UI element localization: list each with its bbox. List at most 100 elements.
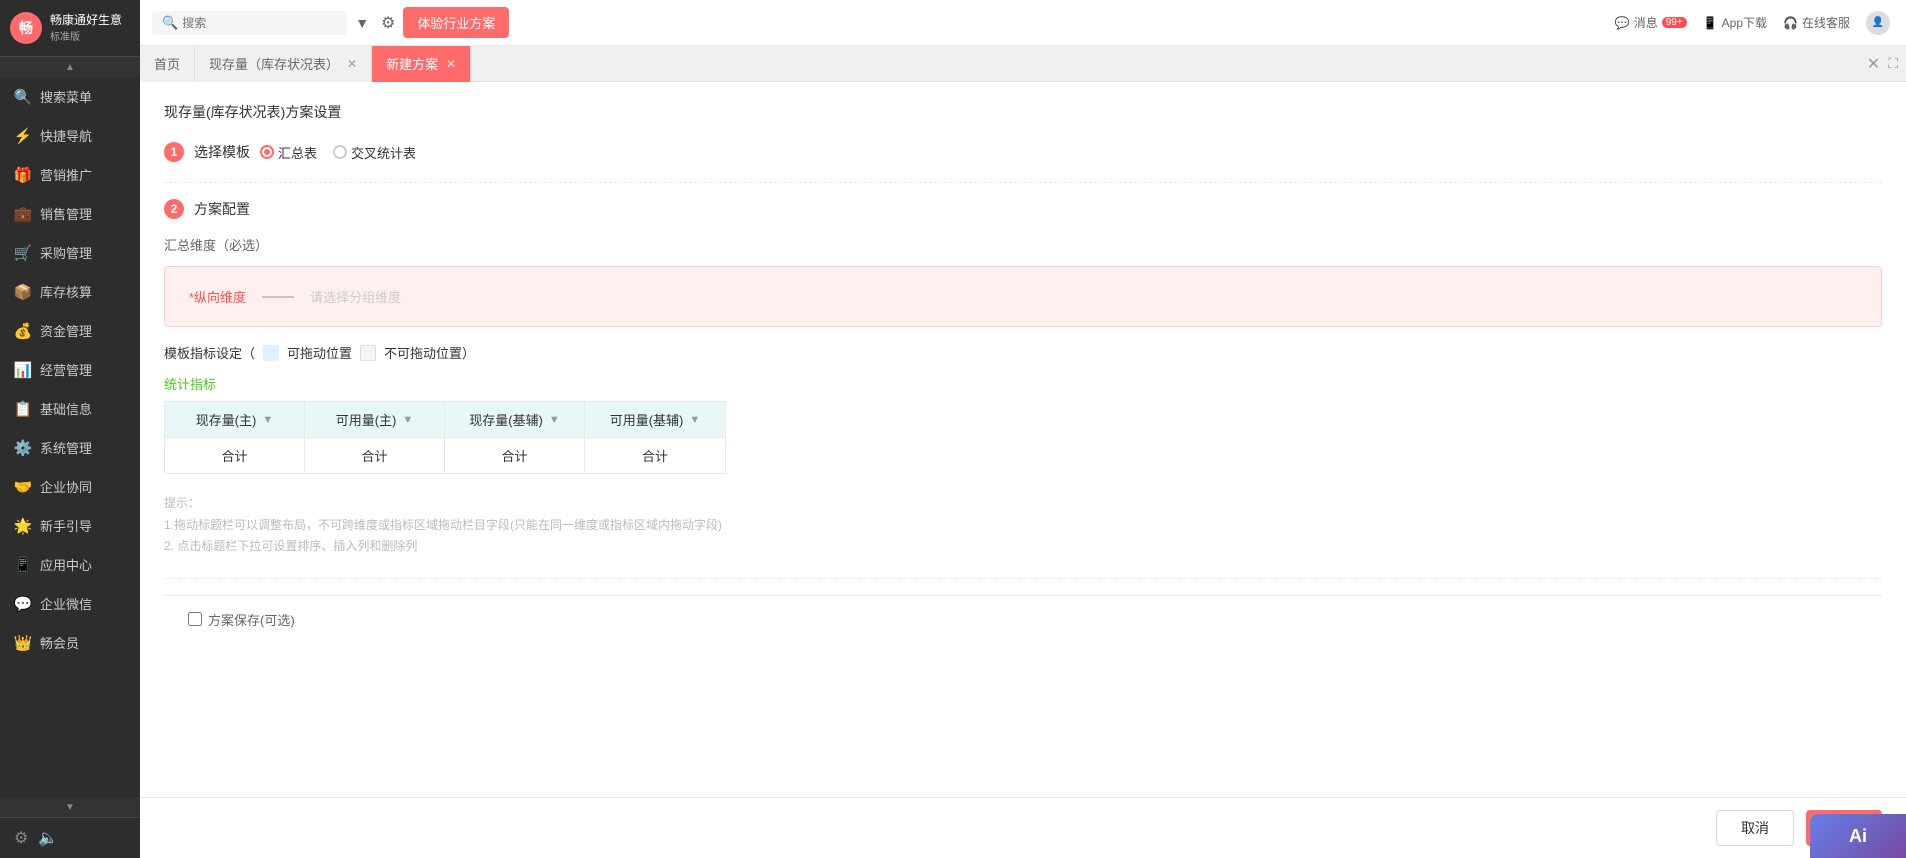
sidebar-item-bizcoop[interactable]: 🤝 企业协同 <box>0 467 140 506</box>
messages-label: 消息 <box>1634 14 1658 31</box>
action-bar: 取消 查询 <box>140 797 1906 858</box>
content-inner: 现存量(库存状况表)方案设置 1 选择模板 汇总表 交叉统计表 <box>140 82 1906 797</box>
search-menu-icon: 🔍 <box>14 88 32 106</box>
service-label: 在线客服 <box>1802 14 1850 31</box>
sysmanage-icon: ⚙️ <box>14 439 32 457</box>
col-name-0: 现存量(主) <box>196 410 257 429</box>
sidebar-item-purchase[interactable]: 🛒 采购管理 <box>0 233 140 272</box>
quicknav-icon: ⚡ <box>14 127 32 145</box>
col-arrow-1[interactable]: ▼ <box>402 414 413 426</box>
cell-0-1: 合计 <box>305 438 445 473</box>
search-box[interactable]: 🔍 <box>152 11 347 35</box>
sidebar-item-search[interactable]: 🔍 搜索菜单 <box>0 77 140 116</box>
tab-new-plan[interactable]: 新建方案 ✕ <box>372 46 471 82</box>
stats-table: 现存量(主) ▼ 可用量(主) ▼ 现存量(基辅) ▼ <box>164 401 726 474</box>
sidebar-item-quicknav[interactable]: ⚡ 快捷导航 <box>0 116 140 155</box>
page-title: 现存量(库存状况表)方案设置 <box>164 102 1882 122</box>
sidebar-item-sysmanage[interactable]: ⚙️ 系统管理 <box>0 428 140 467</box>
sidebar-item-finance[interactable]: 💰 资金管理 <box>0 311 140 350</box>
industry-plan-button[interactable]: 体验行业方案 <box>403 7 509 38</box>
cancel-button[interactable]: 取消 <box>1716 810 1794 846</box>
tip-1: 2. 点击标题栏下拉可设置排序、插入列和删除列 <box>164 536 1882 558</box>
search-icon: 🔍 <box>162 15 178 31</box>
tip-label: 提示： <box>164 493 1882 515</box>
section2-header: 2 方案配置 <box>164 199 1882 219</box>
tips-section: 提示： 1.拖动标题栏可以调整布局，不可跨维度或指标区域拖动栏目字段(只能在同一… <box>164 493 1882 558</box>
sidebar-item-newguide-label: 新手引导 <box>40 516 92 535</box>
tab-inventory-close[interactable]: ✕ <box>347 57 357 71</box>
save-label: 方案保存(可选) <box>208 610 295 629</box>
dimension-row: *纵向维度 —— 请选择分组维度 <box>189 287 1857 306</box>
sidebar-item-sales[interactable]: 💼 销售管理 <box>0 194 140 233</box>
divider2 <box>164 578 1882 579</box>
indicator-settings-text: 模板指标设定（ <box>164 343 255 362</box>
sidebar-item-marketing-label: 营销推广 <box>40 165 92 184</box>
save-option[interactable]: 方案保存(可选) <box>188 610 1858 629</box>
window-close-icon[interactable]: ✕ <box>1867 54 1880 74</box>
radio-cross[interactable]: 交叉统计表 <box>333 143 416 162</box>
save-checkbox[interactable] <box>188 612 202 626</box>
cell-0-3: 合计 <box>585 438 725 473</box>
online-service-button[interactable]: 🎧 在线客服 <box>1783 14 1850 31</box>
sidebar-item-newguide[interactable]: 🌟 新手引导 <box>0 506 140 545</box>
sidebar-item-bizcoop-label: 企业协同 <box>40 477 92 496</box>
settings-icon[interactable]: ⚙ <box>14 828 28 848</box>
appcenter-icon: 📱 <box>14 556 32 574</box>
message-icon: 💬 <box>1615 16 1630 30</box>
sidebar-item-marketing[interactable]: 🎁 营销推广 <box>0 155 140 194</box>
app-download-button[interactable]: 📱 App下载 <box>1703 14 1767 31</box>
messages-button[interactable]: 💬 消息 99+ <box>1615 14 1687 31</box>
sidebar-item-bizwechat[interactable]: 💬 企业微信 <box>0 584 140 623</box>
tab-inventory[interactable]: 现存量（库存状况表） ✕ <box>195 46 372 82</box>
tab-new-plan-close[interactable]: ✕ <box>446 57 456 71</box>
stats-title: 统计指标 <box>164 374 1882 393</box>
gear-icon[interactable]: ⚙ <box>381 13 395 33</box>
radio-summary[interactable]: 汇总表 <box>260 143 317 162</box>
sidebar-item-appcenter-label: 应用中心 <box>40 555 92 574</box>
sidebar-item-search-label: 搜索菜单 <box>40 87 92 106</box>
user-menu[interactable]: 👤 <box>1866 11 1894 35</box>
col-arrow-3[interactable]: ▼ <box>689 414 700 426</box>
sidebar-item-appcenter[interactable]: 📱 应用中心 <box>0 545 140 584</box>
col-header-2[interactable]: 现存量(基辅) ▼ <box>445 402 585 437</box>
template-radio-group: 汇总表 交叉统计表 <box>260 143 416 162</box>
tab-home-label: 首页 <box>154 54 180 73</box>
app-download-label: App下载 <box>1722 14 1767 31</box>
cell-0-0: 合计 <box>165 438 305 473</box>
cell-0-2: 合计 <box>445 438 585 473</box>
dropdown-icon[interactable]: ▼ <box>355 15 369 31</box>
sidebar-scroll-up[interactable]: ▲ <box>0 57 140 77</box>
search-input[interactable] <box>182 16 337 30</box>
col-header-3[interactable]: 可用量(基辅) ▼ <box>585 402 725 437</box>
sidebar-scroll-down[interactable]: ▼ <box>0 797 140 817</box>
window-expand-icon[interactable]: ⛶ <box>1888 55 1898 72</box>
headset-icon: 🎧 <box>1783 16 1798 30</box>
sidebar-item-operations[interactable]: 📊 经营管理 <box>0 350 140 389</box>
ai-badge[interactable]: Ai <box>1810 814 1906 858</box>
marketing-icon: 🎁 <box>14 166 32 184</box>
section2-num: 2 <box>164 199 184 219</box>
col-arrow-0[interactable]: ▼ <box>262 414 273 426</box>
sidebar-item-basicinfo-label: 基础信息 <box>40 399 92 418</box>
col-header-0[interactable]: 现存量(主) ▼ <box>165 402 305 437</box>
tab-home[interactable]: 首页 <box>140 46 195 82</box>
no-drag-badge <box>360 345 376 361</box>
app-name: 畅康通好生意 <box>50 13 122 29</box>
sidebar-item-member-label: 畅会员 <box>40 633 79 652</box>
logo-text: 畅康通好生意 标准版 <box>50 13 122 44</box>
radio-summary-dot <box>260 145 274 159</box>
sales-icon: 💼 <box>14 205 32 223</box>
sidebar-item-basicinfo[interactable]: 📋 基础信息 <box>0 389 140 428</box>
required-dimension-area[interactable]: *纵向维度 —— 请选择分组维度 <box>164 266 1882 327</box>
app-icon: 📱 <box>1703 16 1718 30</box>
volume-icon[interactable]: 🔈 <box>38 828 58 848</box>
col-arrow-2[interactable]: ▼ <box>549 414 560 426</box>
aggregate-label: 汇总维度（必选） <box>164 235 1882 254</box>
sidebar-item-quicknav-label: 快捷导航 <box>40 126 92 145</box>
tip-0: 1.拖动标题栏可以调整布局，不可跨维度或指标区域拖动栏目字段(只能在同一维度或指… <box>164 515 1882 537</box>
sidebar-item-inventory[interactable]: 📦 库存核算 <box>0 272 140 311</box>
sidebar-item-member[interactable]: 👑 畅会员 <box>0 623 140 662</box>
col-header-1[interactable]: 可用量(主) ▼ <box>305 402 445 437</box>
topbar: 🔍 ▼ ⚙ 体验行业方案 💬 消息 99+ 📱 App下载 🎧 在线客服 👤 <box>140 0 1906 46</box>
section-config: 2 方案配置 汇总维度（必选） *纵向维度 —— 请选择分组维度 模板指标设定（ <box>164 199 1882 558</box>
